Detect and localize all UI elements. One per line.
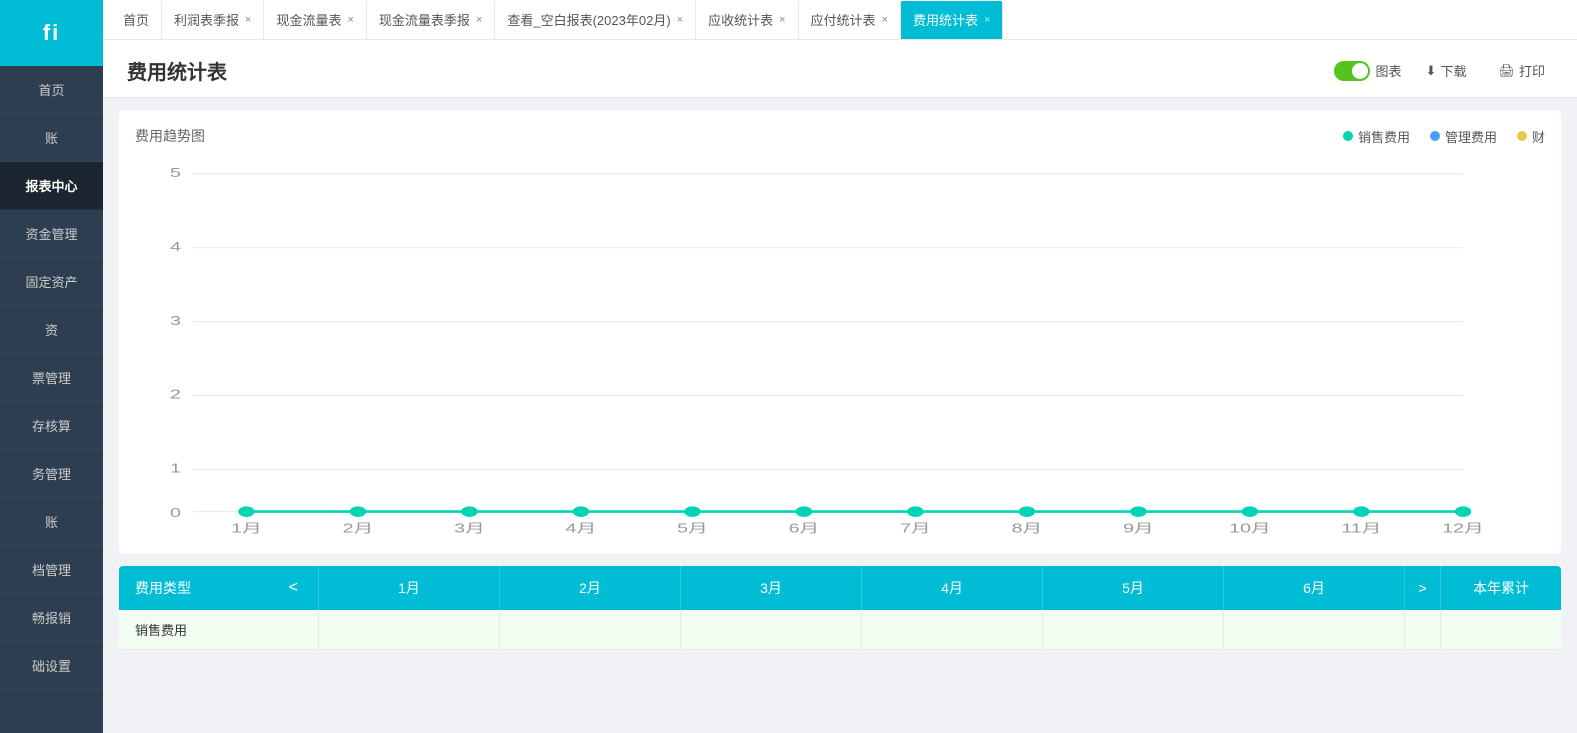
legend-dot-sales	[1343, 131, 1353, 141]
nav-next-button[interactable]: >	[1405, 566, 1441, 610]
legend-finance: 财	[1517, 127, 1545, 146]
content-area: 费用统计表 图表 ⬇ 下载 🖨 打印 费用趋势图	[103, 40, 1577, 733]
sidebar-item-finance[interactable]: 资金管理	[0, 210, 103, 258]
chart-title: 费用趋势图	[135, 126, 205, 146]
th-month-5: 5月	[1043, 566, 1224, 610]
td-m1	[319, 610, 500, 649]
th-ytd: 本年累计	[1441, 566, 1561, 610]
th-month-1: 1月	[319, 566, 500, 610]
svg-text:4: 4	[170, 239, 181, 254]
tab-close-profit[interactable]: ×	[245, 14, 251, 26]
tab-payable[interactable]: 应付统计表 ×	[799, 1, 901, 39]
print-icon: 🖨	[1498, 63, 1515, 79]
sidebar-item-asset[interactable]: 固定资产	[0, 258, 103, 306]
svg-text:1: 1	[170, 461, 181, 476]
print-button[interactable]: 🖨 打印	[1490, 57, 1553, 84]
sidebar-item-account[interactable]: 账	[0, 114, 103, 162]
header-actions: 图表 ⬇ 下载 🖨 打印	[1334, 57, 1553, 84]
tab-close-cashflow-q[interactable]: ×	[476, 14, 482, 26]
tab-cashflow[interactable]: 现金流量表 ×	[264, 1, 366, 39]
svg-text:3: 3	[170, 313, 181, 328]
tab-profit[interactable]: 利润表季报 ×	[162, 1, 264, 39]
sidebar-item-ledger[interactable]: 账	[0, 498, 103, 546]
tab-close-blank-report[interactable]: ×	[677, 14, 683, 26]
sidebar: fi 首页 账 报表中心 资金管理 固定资产 资 票管理 存核算 务管理 账 档…	[0, 0, 103, 733]
legend-label-mgmt: 管理费用	[1445, 127, 1497, 146]
svg-text:11月: 11月	[1341, 521, 1381, 536]
th-month-6: 6月	[1224, 566, 1405, 610]
svg-text:1月: 1月	[231, 521, 262, 536]
svg-text:12月: 12月	[1442, 521, 1484, 536]
sidebar-item-invoice[interactable]: 票管理	[0, 354, 103, 402]
th-month-4: 4月	[862, 566, 1043, 610]
legend-dot-finance	[1517, 131, 1527, 141]
tab-receivable[interactable]: 应收统计表 ×	[696, 1, 798, 39]
main-area: 首页 利润表季报 × 现金流量表 × 现金流量表季报 × 查看_空白报表(202…	[103, 0, 1577, 733]
sidebar-item-service[interactable]: 务管理	[0, 450, 103, 498]
td-m2	[500, 610, 681, 649]
svg-text:6月: 6月	[789, 521, 820, 536]
sidebar-item-home[interactable]: 首页	[0, 66, 103, 114]
svg-text:10月: 10月	[1229, 521, 1271, 536]
download-icon: ⬇	[1426, 63, 1437, 79]
chart-toggle-wrap: 图表	[1334, 61, 1402, 81]
td-ytd	[1441, 610, 1561, 649]
app-logo: fi	[0, 0, 103, 66]
chart-legend: 销售费用 管理费用 财	[1343, 127, 1545, 146]
tab-close-cashflow[interactable]: ×	[347, 14, 353, 26]
legend-mgmt: 管理费用	[1430, 127, 1497, 146]
tab-close-receivable[interactable]: ×	[779, 14, 785, 26]
tab-home[interactable]: 首页	[111, 1, 162, 39]
legend-label-sales: 销售费用	[1358, 127, 1410, 146]
tab-blank-report[interactable]: 查看_空白报表(2023年02月) ×	[495, 1, 696, 39]
table-header-row: 费用类型 < 1月 2月 3月 4月 5月	[119, 566, 1561, 610]
td-nav	[1405, 610, 1441, 649]
svg-text:8月: 8月	[1012, 521, 1043, 536]
th-month-2: 2月	[500, 566, 681, 610]
page-title: 费用统计表	[127, 56, 227, 85]
svg-text:5: 5	[170, 166, 181, 181]
table-section: 费用类型 < 1月 2月 3月 4月 5月	[119, 566, 1561, 650]
chart-container: 5 4 3 2 1 0	[135, 158, 1545, 538]
legend-dot-mgmt	[1430, 131, 1440, 141]
tab-expense[interactable]: 费用统计表 ×	[901, 1, 1003, 39]
page-header: 费用统计表 图表 ⬇ 下载 🖨 打印	[103, 40, 1577, 98]
legend-label-finance: 财	[1532, 127, 1545, 146]
legend-sales: 销售费用	[1343, 127, 1410, 146]
svg-text:9月: 9月	[1123, 521, 1154, 536]
tab-close-payable[interactable]: ×	[882, 14, 888, 26]
svg-text:2月: 2月	[343, 521, 374, 536]
chart-svg: 5 4 3 2 1 0	[135, 158, 1545, 538]
sidebar-item-inventory[interactable]: 存核算	[0, 402, 103, 450]
td-m4	[862, 610, 1043, 649]
svg-text:4月: 4月	[566, 521, 597, 536]
svg-text:2: 2	[170, 387, 181, 402]
tab-bar: 首页 利润表季报 × 现金流量表 × 现金流量表季报 × 查看_空白报表(202…	[103, 0, 1577, 40]
chart-header: 费用趋势图 销售费用 管理费用 财	[135, 126, 1545, 146]
sidebar-item-salary[interactable]: 资	[0, 306, 103, 354]
svg-text:0: 0	[170, 505, 181, 520]
tab-cashflow-q[interactable]: 现金流量表季报 ×	[367, 1, 495, 39]
tab-close-expense[interactable]: ×	[984, 14, 990, 26]
svg-text:3月: 3月	[454, 521, 485, 536]
th-type: 费用类型 <	[119, 566, 319, 610]
table-row: 销售费用	[119, 610, 1561, 650]
td-type: 销售费用	[119, 610, 319, 649]
download-button[interactable]: ⬇ 下载	[1418, 57, 1475, 84]
nav-prev-button[interactable]: <	[285, 579, 302, 597]
chart-toggle[interactable]	[1334, 61, 1370, 81]
th-month-3: 3月	[681, 566, 862, 610]
sidebar-item-settings[interactable]: 础设置	[0, 642, 103, 690]
td-m5	[1043, 610, 1224, 649]
chart-toggle-label: 图表	[1376, 61, 1402, 80]
sidebar-item-report[interactable]: 报表中心	[0, 162, 103, 210]
td-m6	[1224, 610, 1405, 649]
td-m3	[681, 610, 862, 649]
sidebar-item-archive[interactable]: 档管理	[0, 546, 103, 594]
sidebar-item-refund[interactable]: 畅报销	[0, 594, 103, 642]
svg-text:5月: 5月	[677, 521, 708, 536]
chart-section: 费用趋势图 销售费用 管理费用 财	[119, 110, 1561, 554]
svg-text:7月: 7月	[900, 521, 931, 536]
